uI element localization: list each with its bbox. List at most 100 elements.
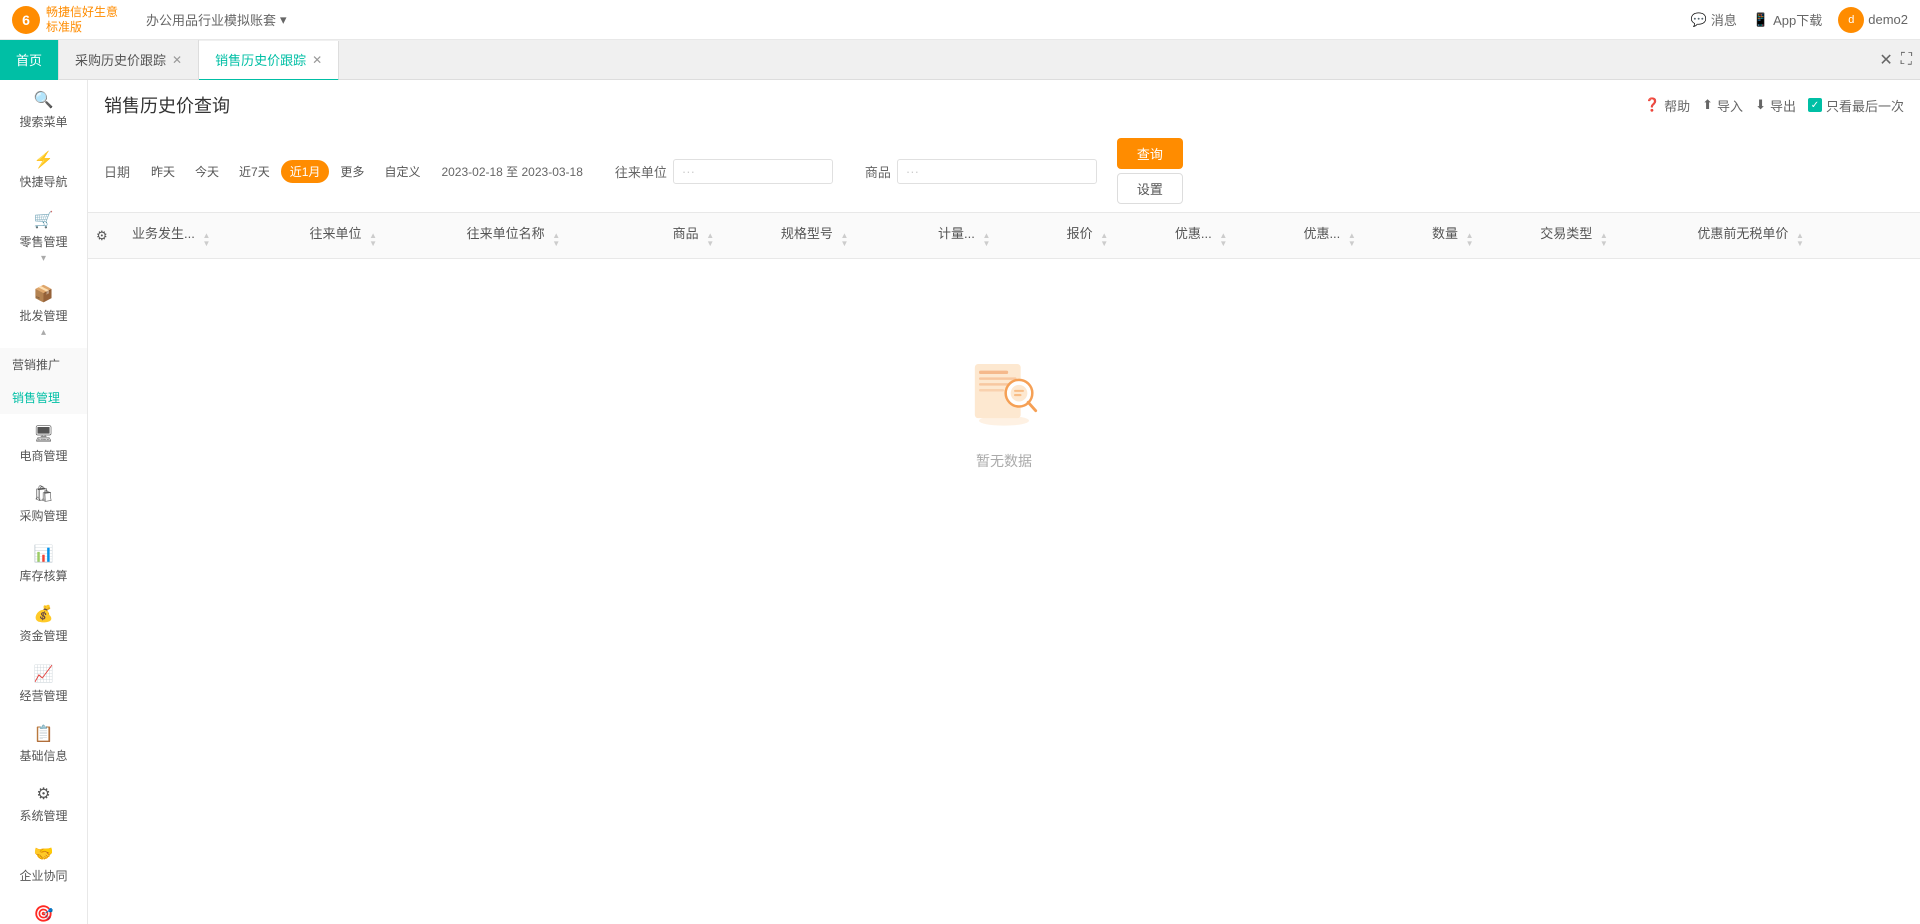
- top-bar: 6 畅捷信好生意 标准版 办公用品行业模拟账套 ▾ 💬 消息 📱 App下载 d…: [0, 0, 1920, 40]
- sort-arrows-discount2: ▲▼: [1348, 232, 1356, 248]
- sidebar-item-search-menu-label: 搜索菜单: [19, 113, 67, 130]
- maximize-button[interactable]: ⛶: [1901, 51, 1912, 69]
- message-action[interactable]: 💬 消息: [1691, 10, 1737, 29]
- sidebar-item-operations-mgmt-label: 经营管理: [19, 687, 67, 704]
- enterprise-collab-icon: 🤝: [34, 844, 54, 864]
- sort-arrows-unit-measure: ▲▼: [982, 232, 990, 248]
- last-once-checkbox[interactable]: ✓: [1808, 98, 1822, 112]
- tab-sales-history[interactable]: 销售历史价跟踪 ✕: [199, 41, 339, 81]
- logo-text: 畅捷信好生意 标准版: [46, 5, 118, 34]
- sidebar-item-system-mgmt[interactable]: ⚙ 系统管理: [0, 774, 87, 834]
- date-btn-7days[interactable]: 近7天: [230, 160, 279, 183]
- empty-state-icon: [954, 339, 1054, 439]
- page-header: 销售历史价查询 ❓ 帮助 ⬆ 导入 ⬇ 导出 ✓: [88, 80, 1920, 213]
- product-filter-input[interactable]: ···: [897, 159, 1097, 184]
- product-filter-label: 商品: [865, 162, 891, 181]
- sort-arrows-pretax-price: ▲▼: [1796, 232, 1804, 248]
- col-product[interactable]: 商品 ▲▼: [665, 213, 773, 259]
- date-btn-today[interactable]: 今天: [186, 160, 228, 183]
- user-action[interactable]: d demo2: [1838, 7, 1908, 33]
- sidebar-item-operations-mgmt[interactable]: 📈 经营管理: [0, 654, 87, 714]
- tab-bar: 首页 采购历史价跟踪 ✕ 销售历史价跟踪 ✕ ✕ ⛶: [0, 40, 1920, 80]
- sort-arrows-trade-type: ▲▼: [1600, 232, 1608, 248]
- sidebar-sub-wholesale: 营销推广 销售管理: [0, 348, 87, 414]
- page-title-row: 销售历史价查询 ❓ 帮助 ⬆ 导入 ⬇ 导出 ✓: [104, 92, 1904, 118]
- operations-mgmt-icon: 📈: [34, 664, 54, 684]
- date-btn-yesterday[interactable]: 昨天: [142, 160, 184, 183]
- date-filter-label: 日期: [104, 162, 130, 181]
- avatar: d: [1838, 7, 1864, 33]
- sidebar-item-retail-mgmt[interactable]: 🛒 零售管理 ▾: [0, 200, 87, 274]
- sidebar-item-enterprise-collab[interactable]: 🤝 企业协同: [0, 834, 87, 894]
- date-btn-custom[interactable]: 自定义: [375, 160, 429, 183]
- sidebar-item-finance-mgmt-label: 资金管理: [19, 627, 67, 644]
- sort-arrows-product: ▲▼: [706, 232, 714, 248]
- last-once-action[interactable]: ✓ 只看最后一次: [1808, 96, 1904, 115]
- col-biz-date[interactable]: 业务发生... ▲▼: [124, 213, 302, 259]
- col-discount1[interactable]: 优惠... ▲▼: [1167, 213, 1296, 259]
- top-bar-right: 💬 消息 📱 App下载 d demo2: [1691, 7, 1908, 33]
- company-select[interactable]: 办公用品行业模拟账套 ▾: [146, 10, 287, 29]
- sidebar-item-ecommerce-mgmt-label: 电商管理: [19, 447, 67, 464]
- sidebar: 🔍 搜索菜单 ⚡ 快捷导航 🛒 零售管理 ▾ 📦 批发管理 ▴ 营销推广 销售管…: [0, 80, 88, 924]
- sidebar-item-basic-info[interactable]: 📋 基础信息: [0, 714, 87, 774]
- export-action[interactable]: ⬇ 导出: [1755, 96, 1796, 115]
- purchase-history-tab-label: 采购历史价跟踪: [75, 50, 166, 69]
- help-action[interactable]: ❓ 帮助: [1644, 96, 1690, 115]
- close-all-tabs-button[interactable]: ✕: [1879, 50, 1892, 70]
- customer-filter-label: 往来单位: [615, 162, 667, 181]
- col-trade-type[interactable]: 交易类型 ▲▼: [1532, 213, 1689, 259]
- empty-state-label: 暂无数据: [976, 451, 1032, 471]
- inventory-icon: 📊: [34, 544, 54, 564]
- customer-input-placeholder: ···: [682, 164, 695, 179]
- col-discount2[interactable]: 优惠... ▲▼: [1295, 213, 1424, 259]
- col-unit-measure[interactable]: 计量... ▲▼: [930, 213, 1059, 259]
- app-download-action[interactable]: 📱 App下载: [1753, 10, 1822, 29]
- sidebar-item-finance-mgmt[interactable]: 💰 资金管理: [0, 594, 87, 654]
- settings-button[interactable]: 设置: [1117, 173, 1183, 204]
- col-settings[interactable]: ⚙: [88, 213, 124, 259]
- import-icon: ⬆: [1702, 97, 1713, 113]
- sidebar-sub-item-sales-mgmt[interactable]: 销售管理: [0, 381, 87, 414]
- date-btn-1month[interactable]: 近1月: [281, 160, 330, 183]
- sidebar-item-search-menu[interactable]: 🔍 搜索菜单: [0, 80, 87, 140]
- col-quote-price[interactable]: 报价 ▲▼: [1059, 213, 1167, 259]
- quick-nav-icon: ⚡: [34, 150, 54, 170]
- tab-home[interactable]: 首页: [0, 40, 59, 80]
- sidebar-item-ecommerce-mgmt[interactable]: 🖥 电商管理: [0, 414, 87, 474]
- col-quantity[interactable]: 数量 ▲▼: [1424, 213, 1532, 259]
- tab-purchase-history[interactable]: 采购历史价跟踪 ✕: [59, 40, 199, 80]
- home-tab-label: 首页: [16, 50, 42, 69]
- help-icon: ❓: [1644, 97, 1660, 113]
- sort-arrows-quantity: ▲▼: [1466, 232, 1474, 248]
- col-unit-code[interactable]: 往来单位 ▲▼: [302, 213, 459, 259]
- sidebar-item-beginner-guide[interactable]: 🎯 新手引导: [0, 894, 87, 924]
- sidebar-item-quick-nav-label: 快捷导航: [19, 173, 67, 190]
- sales-history-tab-close[interactable]: ✕: [312, 53, 322, 67]
- logo-area: 6 畅捷信好生意 标准版: [12, 5, 118, 34]
- col-unit-name[interactable]: 往来单位名称 ▲▼: [459, 213, 665, 259]
- date-btn-more[interactable]: 更多: [331, 160, 373, 183]
- sidebar-item-quick-nav[interactable]: ⚡ 快捷导航: [0, 140, 87, 200]
- purchase-history-tab-close[interactable]: ✕: [172, 53, 182, 67]
- sidebar-item-purchase-mgmt[interactable]: 🛍 采购管理: [0, 474, 87, 534]
- col-pretax-price[interactable]: 优惠前无税单价 ▲▼: [1689, 213, 1920, 259]
- import-action[interactable]: ⬆ 导入: [1702, 96, 1743, 115]
- search-menu-icon: 🔍: [34, 90, 54, 110]
- empty-state: 暂无数据: [88, 259, 1920, 551]
- logo-icon: 6: [12, 6, 40, 34]
- sidebar-item-inventory[interactable]: 📊 库存核算: [0, 534, 87, 594]
- sort-arrows-biz-date: ▲▼: [202, 232, 210, 248]
- sidebar-item-wholesale-mgmt[interactable]: 📦 批发管理 ▴: [0, 274, 87, 348]
- sidebar-item-system-mgmt-label: 系统管理: [19, 807, 67, 824]
- query-button[interactable]: 查询: [1117, 138, 1183, 169]
- page-actions: ❓ 帮助 ⬆ 导入 ⬇ 导出 ✓ 只看最后一次: [1644, 96, 1904, 115]
- sort-arrows-discount1: ▲▼: [1219, 232, 1227, 248]
- settings-icon[interactable]: ⚙: [96, 228, 108, 243]
- sidebar-item-purchase-mgmt-label: 采购管理: [19, 507, 67, 524]
- sidebar-sub-item-marketing[interactable]: 营销推广: [0, 348, 87, 381]
- sort-arrows-quote-price: ▲▼: [1100, 232, 1108, 248]
- finance-mgmt-icon: 💰: [34, 604, 54, 624]
- col-spec[interactable]: 规格型号 ▲▼: [773, 213, 930, 259]
- customer-filter-input[interactable]: ···: [673, 159, 833, 184]
